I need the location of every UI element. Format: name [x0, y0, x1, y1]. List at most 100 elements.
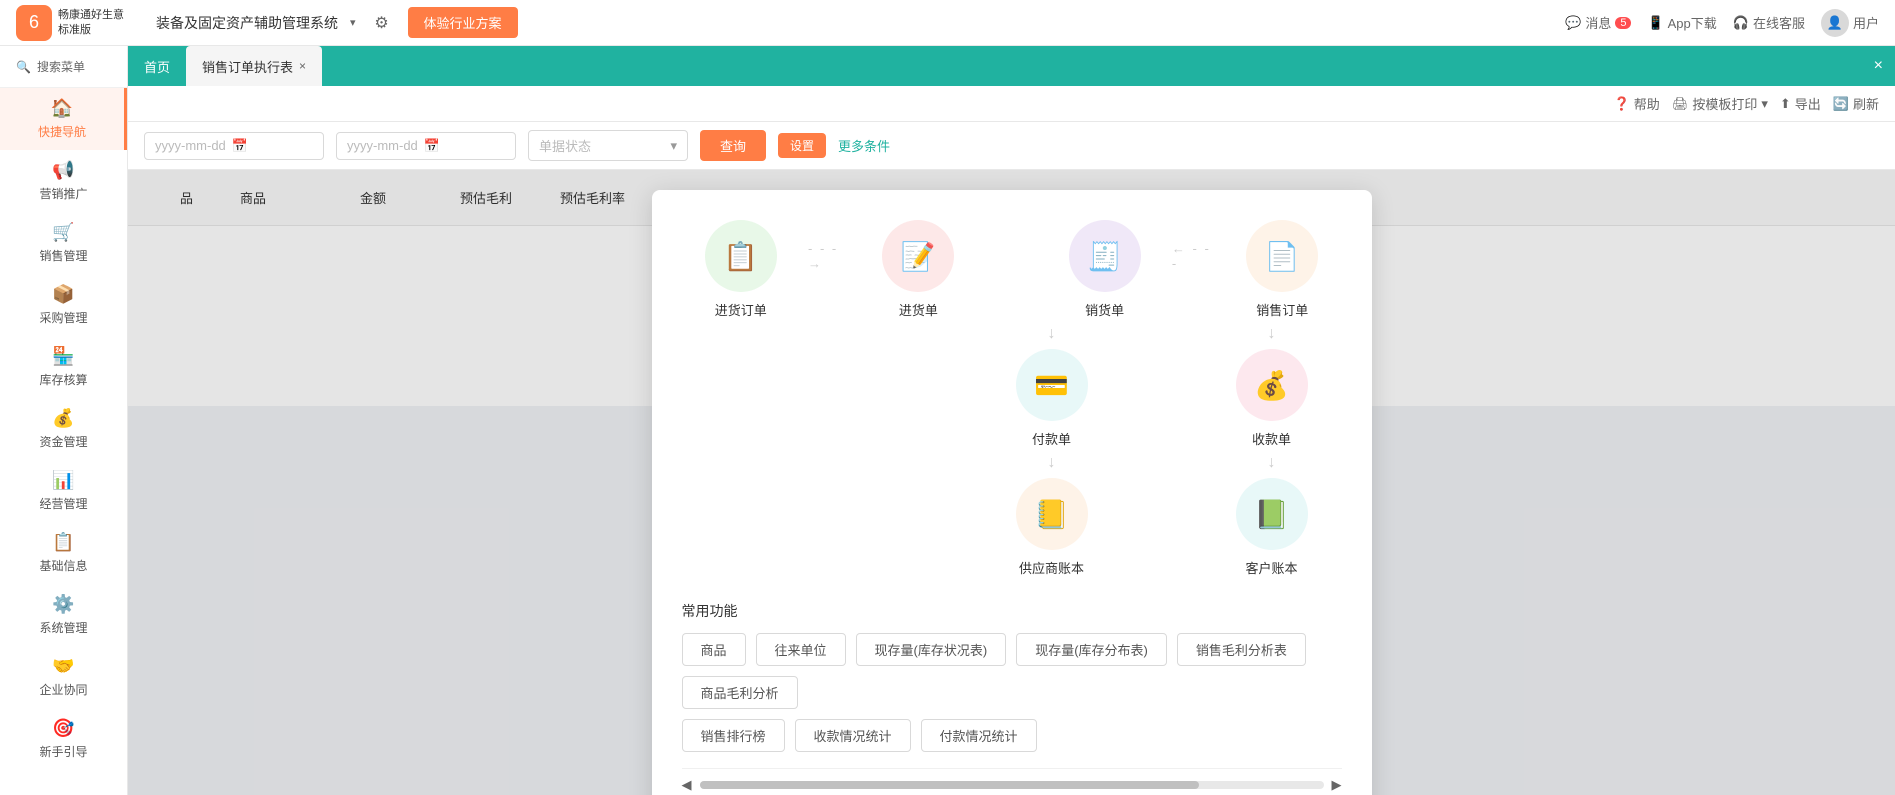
workflow-row-1: 📋 进货订单 - - - → 📝 [682, 220, 1342, 319]
sidebar-item-marketing[interactable]: 📢 营销推广 [0, 150, 127, 212]
logo-text: 畅康通好生意 标准版 [58, 8, 124, 37]
sidebar-item-purchase[interactable]: 📦 采购管理 [0, 274, 127, 336]
sidebar-item-enterprise[interactable]: 🤝 企业协同 [0, 646, 127, 708]
home-icon: 🏠 [51, 98, 73, 119]
system-title: 装备及固定资产辅助管理系统 [156, 13, 338, 33]
receipt-bill-icon: 💰 [1254, 369, 1289, 402]
purchase-order-node[interactable]: 📋 进货订单 [682, 220, 801, 319]
sales-order-circle: 📄 [1246, 220, 1318, 292]
help-button[interactable]: ❓ 帮助 [1614, 94, 1660, 113]
purchase-bill-icon: 📝 [901, 240, 936, 273]
arrow-right-1: - - - → [800, 241, 859, 271]
setting-button[interactable]: 设置 [778, 133, 826, 158]
scroll-left-arrow[interactable]: ◀ [682, 777, 692, 793]
sales-bill-node[interactable]: 🧾 销货单 [1045, 220, 1164, 319]
sales-order-node[interactable]: 📄 销售订单 [1223, 220, 1342, 319]
guide-icon: 🎯 [52, 718, 74, 739]
scroll-right-arrow[interactable]: ▶ [1332, 777, 1342, 793]
purchase-order-circle: 📋 [705, 220, 777, 292]
customer-account-circle: 📗 [1236, 478, 1308, 550]
more-conditions-link[interactable]: 更多条件 [838, 136, 890, 155]
sidebar-item-operations[interactable]: 📊 经营管理 [0, 460, 127, 522]
receipt-bill-node[interactable]: 💰 收款单 [1202, 349, 1342, 448]
query-button[interactable]: 查询 [700, 130, 766, 161]
inventory-icon: 🏪 [52, 346, 74, 367]
export-button[interactable]: ⬆ 导出 [1780, 94, 1821, 113]
search-icon: 🔍 [16, 60, 31, 74]
online-service-button[interactable]: 🎧 在线客服 [1733, 13, 1805, 32]
refresh-button[interactable]: 🔄 刷新 [1833, 94, 1879, 113]
tab-close-button[interactable]: × [299, 59, 306, 73]
tab-bar-close-button[interactable]: × [1874, 57, 1883, 75]
func-btn-sales-ranking[interactable]: 销售排行榜 [682, 719, 785, 752]
marketing-icon: 📢 [52, 160, 74, 181]
content-area: 首页 销售订单执行表 × × ❓ 帮助 🖨 按 [128, 46, 1895, 795]
sidebar-item-quick-nav[interactable]: 🏠 快捷导航 [0, 88, 127, 150]
experience-button[interactable]: 体验行业方案 [408, 7, 518, 38]
func-btn-inventory-status[interactable]: 现存量(库存状况表) [856, 633, 1007, 666]
func-btn-inventory-dist[interactable]: 现存量(库存分布表) [1016, 633, 1167, 666]
func-btn-product-profit[interactable]: 商品毛利分析 [682, 676, 798, 709]
sidebar-item-guide[interactable]: 🎯 新手引导 [0, 708, 127, 770]
purchase-order-icon: 📋 [723, 240, 758, 273]
sidebar-item-inventory[interactable]: 🏪 库存核算 [0, 336, 127, 398]
customer-account-label: 客户账本 [1245, 558, 1297, 577]
date-input-end[interactable]: yyyy-mm-dd 📅 [336, 132, 516, 160]
scroll-track [700, 781, 1324, 789]
func-btn-partner[interactable]: 往来单位 [756, 633, 846, 666]
sidebar-item-finance[interactable]: 💰 资金管理 [0, 398, 127, 460]
content-wrapper: ❓ 帮助 🖨 按模板打印 ▾ ⬆ 导出 🔄 刷新 [128, 86, 1895, 795]
arrow-down-receipt: ↓ [1202, 454, 1342, 472]
finance-icon: 💰 [52, 408, 74, 429]
message-button[interactable]: 💬 消息 5 [1565, 13, 1631, 32]
sidebar-item-system[interactable]: ⚙️ 系统管理 [0, 584, 127, 646]
app-download-button[interactable]: 📱 App下载 [1647, 13, 1716, 32]
customer-account-node[interactable]: 📗 客户账本 [1202, 478, 1342, 577]
supplier-account-node[interactable]: 📒 供应商账本 [982, 478, 1122, 577]
tab-sales-order[interactable]: 销售订单执行表 × [186, 46, 322, 86]
modal-overlay: 📋 进货订单 - - - → 📝 [128, 170, 1895, 795]
template-print-button[interactable]: 🖨 按模板打印 ▾ [1672, 94, 1768, 113]
modal-scrollbar: ◀ ▶ [682, 768, 1342, 793]
function-buttons-row-2: 销售排行榜 收款情况统计 付款情况统计 [682, 719, 1342, 752]
sidebar: 🔍 搜索菜单 🏠 快捷导航 📢 营销推广 🛒 销售管理 📦 采购管理 [0, 46, 128, 795]
help-icon: ❓ [1614, 96, 1630, 112]
receipt-bill-label: 收款单 [1252, 429, 1291, 448]
workflow-row-arrows-2: ↓ ↓ [682, 458, 1342, 468]
user-avatar: 👤 [1821, 9, 1849, 37]
arrow-down-purchase: ↓ [982, 325, 1122, 343]
common-functions-area: 常用功能 商品 往来单位 现存量(库存状况表) 现存量(库存分布表) 销售毛利分… [682, 601, 1342, 752]
date-input[interactable]: yyyy-mm-dd 📅 [144, 132, 324, 160]
filter-row: yyyy-mm-dd 📅 yyyy-mm-dd 📅 单据状态 ▾ 查询 设置 更… [128, 122, 1895, 170]
func-btn-product[interactable]: 商品 [682, 633, 746, 666]
payment-bill-node[interactable]: 💳 付款单 [982, 349, 1122, 448]
settings-icon[interactable]: ⚙ [368, 9, 396, 37]
func-btn-receipt-stats[interactable]: 收款情况统计 [795, 719, 911, 752]
user-menu[interactable]: 👤 用户 [1821, 9, 1879, 37]
func-btn-sales-profit[interactable]: 销售毛利分析表 [1177, 633, 1306, 666]
func-btn-payment-stats[interactable]: 付款情况统计 [921, 719, 1037, 752]
tab-home[interactable]: 首页 [128, 46, 186, 86]
search-menu-button[interactable]: 🔍 搜索菜单 [8, 54, 119, 79]
sidebar-item-sales[interactable]: 🛒 销售管理 [0, 212, 127, 274]
workflow-row-2: 💳 付款单 💰 收款单 [682, 349, 1342, 448]
arrow-left-1: ← - - - [1164, 241, 1223, 271]
sales-order-label: 销售订单 [1256, 300, 1308, 319]
top-actions: 💬 消息 5 📱 App下载 🎧 在线客服 👤 用户 [1565, 9, 1879, 37]
purchase-bill-node[interactable]: 📝 进货单 [859, 220, 978, 319]
status-select[interactable]: 单据状态 ▾ [528, 130, 688, 161]
operations-icon: 📊 [52, 470, 74, 491]
supplier-account-icon: 📒 [1034, 498, 1069, 531]
tab-bar: 首页 销售订单执行表 × × [128, 46, 1895, 86]
scroll-thumb[interactable] [700, 781, 1199, 789]
common-functions-title: 常用功能 [682, 601, 1342, 621]
table-container: 品 商品 金额 预估毛利 预估毛利率 订金 累计收款金额 收款比例 还差多少天 … [128, 170, 1895, 795]
purchase-bill-label: 进货单 [899, 300, 938, 319]
print-icon: 🖨 [1672, 96, 1689, 112]
system-title-dropdown[interactable]: ▾ [350, 16, 356, 29]
download-icon: 📱 [1647, 15, 1663, 31]
workflow-row-3: 📒 供应商账本 📗 客户账本 [682, 478, 1342, 577]
sidebar-item-basic-info[interactable]: 📋 基础信息 [0, 522, 127, 584]
refresh-icon: 🔄 [1833, 96, 1849, 112]
sales-order-icon: 📄 [1265, 240, 1300, 273]
